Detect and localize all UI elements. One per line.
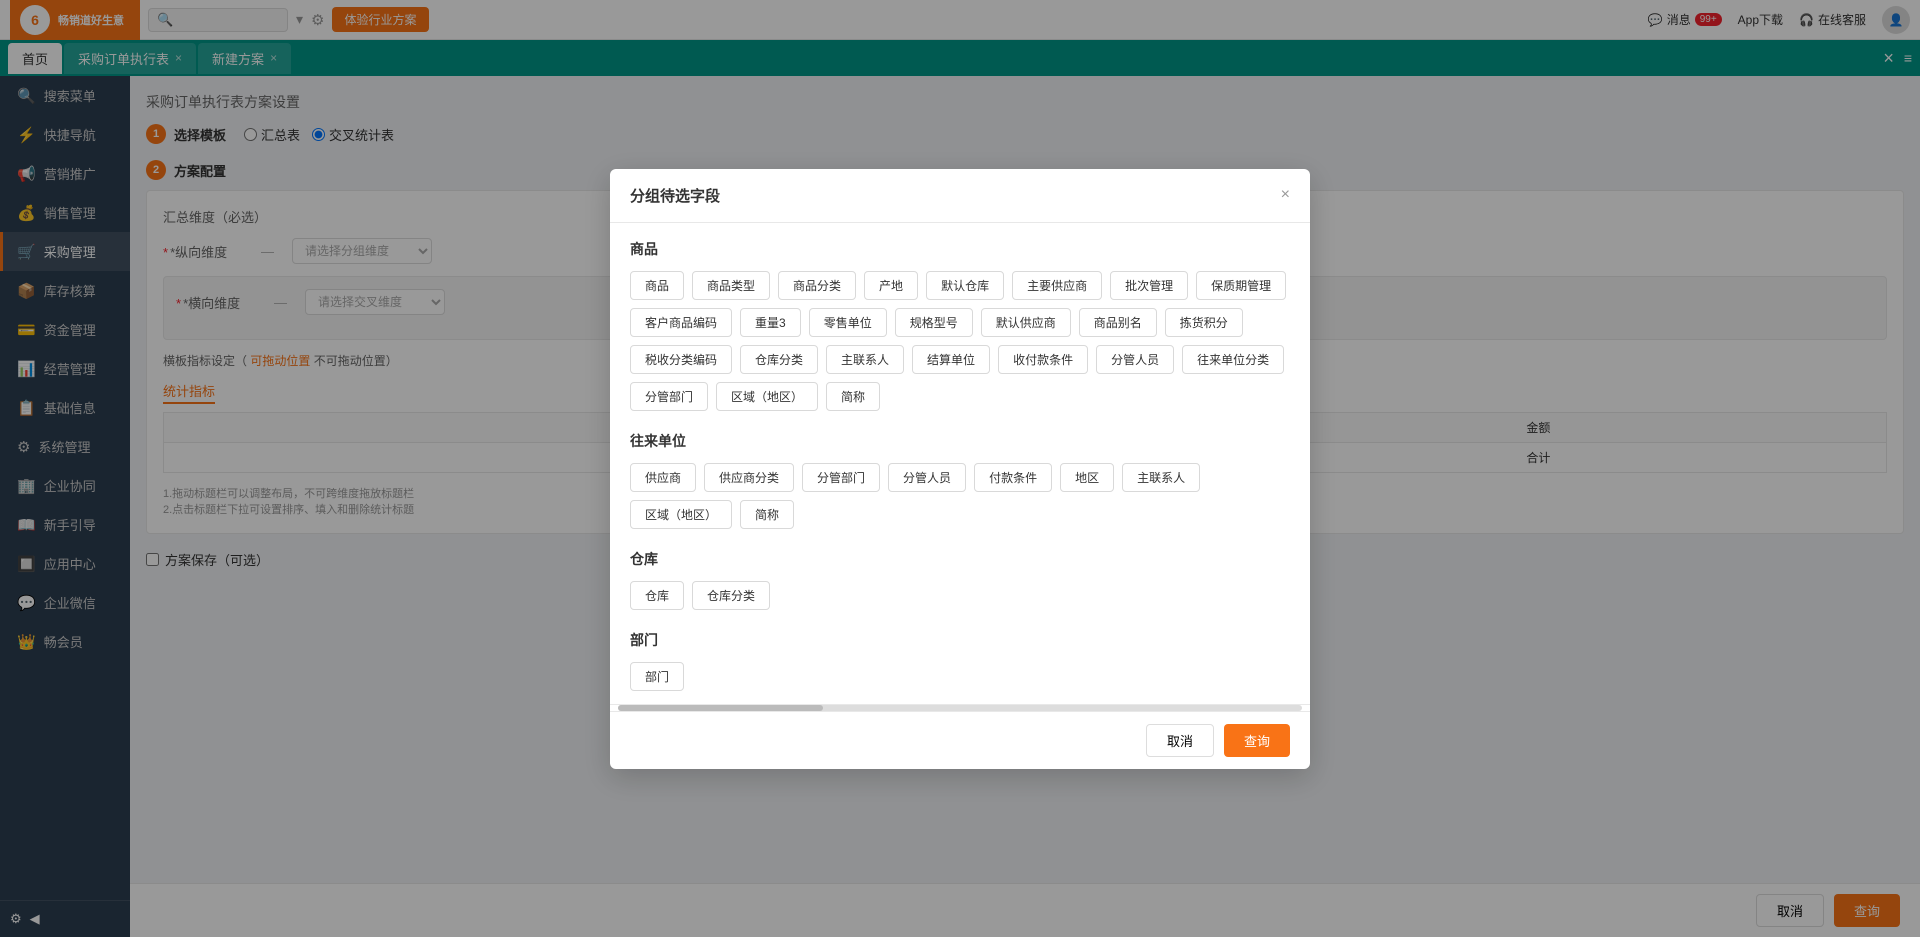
group-title-warehouse: 仓库	[630, 549, 1290, 569]
modal-body[interactable]: 商品 商品 商品类型 商品分类 产地 默认仓库 主要供应商 批次管理 保质期管理…	[610, 223, 1310, 704]
field-group-warehouse: 仓库 仓库 仓库分类	[630, 549, 1290, 610]
hscroll-thumb[interactable]	[618, 705, 823, 711]
field-group-product: 商品 商品 商品类型 商品分类 产地 默认仓库 主要供应商 批次管理 保质期管理…	[630, 239, 1290, 411]
field-tag[interactable]: 分管人员	[1096, 345, 1174, 374]
field-select-modal: 分组待选字段 × 商品 商品 商品类型 商品分类 产地 默认仓库 主要供应商 批…	[610, 169, 1310, 769]
field-tag[interactable]: 分管部门	[630, 382, 708, 411]
field-tag[interactable]: 分管人员	[888, 463, 966, 492]
field-tag[interactable]: 地区	[1060, 463, 1114, 492]
field-tag[interactable]: 拣货积分	[1165, 308, 1243, 337]
field-tag[interactable]: 主联系人	[1122, 463, 1200, 492]
field-tag[interactable]: 仓库分类	[740, 345, 818, 374]
warehouse-tags: 仓库 仓库分类	[630, 581, 1290, 610]
field-tag[interactable]: 商品分类	[778, 271, 856, 300]
field-tag[interactable]: 默认仓库	[926, 271, 1004, 300]
field-tag[interactable]: 批次管理	[1110, 271, 1188, 300]
hscroll-track	[618, 705, 1302, 711]
partner-tags: 供应商 供应商分类 分管部门 分管人员 付款条件 地区 主联系人 区域（地区） …	[630, 463, 1290, 529]
field-group-partner: 往来单位 供应商 供应商分类 分管部门 分管人员 付款条件 地区 主联系人 区域…	[630, 431, 1290, 529]
field-tag[interactable]: 主要供应商	[1012, 271, 1102, 300]
product-tags: 商品 商品类型 商品分类 产地 默认仓库 主要供应商 批次管理 保质期管理 客户…	[630, 271, 1290, 411]
field-tag[interactable]: 商品类型	[692, 271, 770, 300]
modal-cancel-button[interactable]: 取消	[1146, 724, 1214, 757]
field-tag[interactable]: 商品	[630, 271, 684, 300]
field-tag[interactable]: 保质期管理	[1196, 271, 1286, 300]
modal-close-button[interactable]: ×	[1281, 186, 1290, 204]
field-tag[interactable]: 商品别名	[1079, 308, 1157, 337]
field-tag[interactable]: 默认供应商	[981, 308, 1071, 337]
group-title-dept: 部门	[630, 630, 1290, 650]
field-tag[interactable]: 结算单位	[912, 345, 990, 374]
field-tag[interactable]: 区域（地区）	[716, 382, 818, 411]
group-title-product: 商品	[630, 239, 1290, 259]
field-group-dept: 部门 部门	[630, 630, 1290, 691]
field-tag[interactable]: 仓库分类	[692, 581, 770, 610]
dept-tags: 部门	[630, 662, 1290, 691]
field-tag[interactable]: 客户商品编码	[630, 308, 732, 337]
field-tag[interactable]: 分管部门	[802, 463, 880, 492]
field-tag[interactable]: 零售单位	[809, 308, 887, 337]
group-title-partner: 往来单位	[630, 431, 1290, 451]
field-tag[interactable]: 付款条件	[974, 463, 1052, 492]
field-tag[interactable]: 往来单位分类	[1182, 345, 1284, 374]
field-tag[interactable]: 重量3	[740, 308, 801, 337]
modal-hscrollbar[interactable]	[610, 704, 1310, 711]
field-tag[interactable]: 规格型号	[895, 308, 973, 337]
field-tag[interactable]: 简称	[826, 382, 880, 411]
field-tag[interactable]: 收付款条件	[998, 345, 1088, 374]
field-tag[interactable]: 供应商	[630, 463, 696, 492]
field-tag[interactable]: 税收分类编码	[630, 345, 732, 374]
field-tag[interactable]: 仓库	[630, 581, 684, 610]
modal-footer: 取消 查询	[610, 711, 1310, 769]
modal-title: 分组待选字段	[630, 185, 720, 206]
field-tag[interactable]: 区域（地区）	[630, 500, 732, 529]
field-tag[interactable]: 部门	[630, 662, 684, 691]
field-tag[interactable]: 产地	[864, 271, 918, 300]
modal-confirm-button[interactable]: 查询	[1224, 724, 1290, 757]
field-tag[interactable]: 供应商分类	[704, 463, 794, 492]
modal-header: 分组待选字段 ×	[610, 169, 1310, 223]
field-tag[interactable]: 简称	[740, 500, 794, 529]
field-tag[interactable]: 主联系人	[826, 345, 904, 374]
